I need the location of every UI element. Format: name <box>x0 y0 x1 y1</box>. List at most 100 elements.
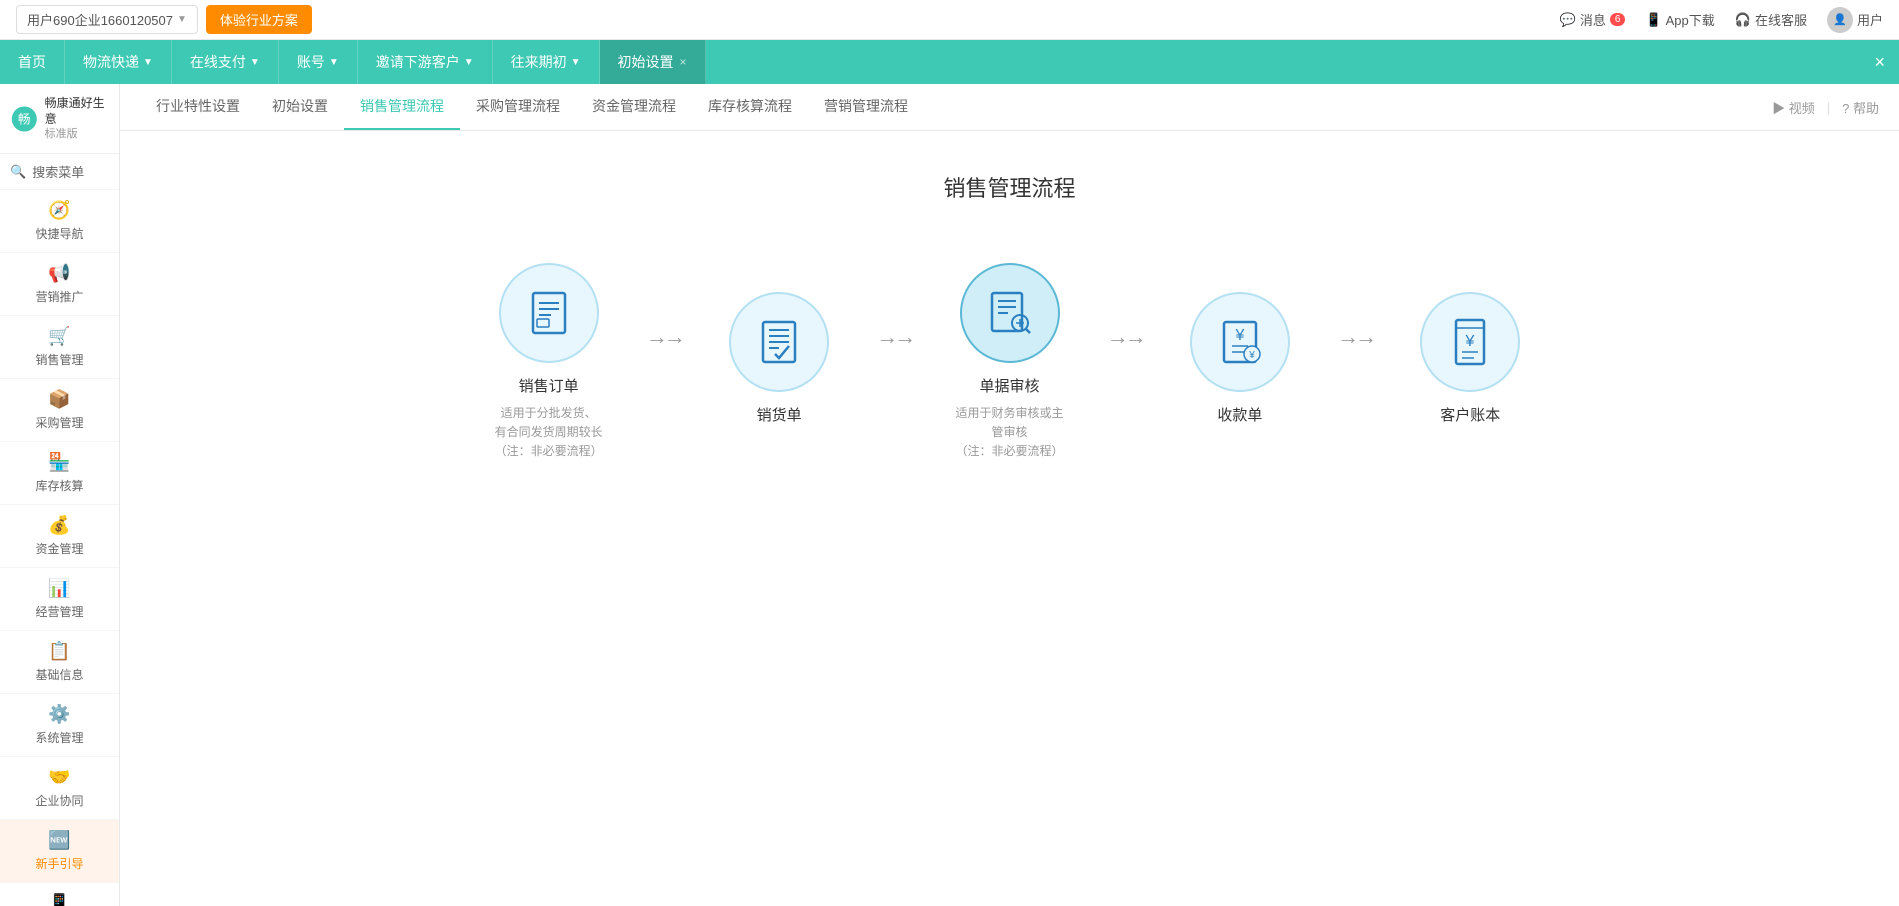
flow-step-desc-document-review: 适用于财务审核或主 管审核 （注：非必要流程） <box>955 404 1063 462</box>
chevron-down-icon: ▼ <box>250 57 260 68</box>
sidebar-item-label: 快捷导航 <box>35 225 83 242</box>
avatar: 👤 <box>1827 7 1853 33</box>
chevron-down-icon: ▼ <box>329 57 339 68</box>
sidebar-item-inventory[interactable]: 🏪 库存核算 <box>0 442 119 505</box>
nav-close-all-button[interactable]: × <box>1860 40 1899 84</box>
sidebar-item-basic-info[interactable]: 📋 基础信息 <box>0 631 119 694</box>
online-service-button[interactable]: 🎧 在线客服 <box>1735 10 1807 29</box>
user-menu-button[interactable]: 👤 用户 <box>1827 7 1883 33</box>
search-icon: 🔍 <box>10 164 26 180</box>
app-download-button[interactable]: 📱 App下载 <box>1645 10 1714 29</box>
nav-tabs: 首页 物流快递 ▼ 在线支付 ▼ 账号 ▼ 邀请下游客户 ▼ 往来期初 ▼ 初始… <box>0 40 1899 84</box>
sidebar-item-label: 企业协同 <box>35 792 83 809</box>
sidebar-item-quick-nav[interactable]: 🧭 快捷导航 <box>0 190 119 253</box>
flow-step-customer-account[interactable]: ¥ 客户账本 <box>1381 292 1559 433</box>
sub-tab-sales-flow[interactable]: 销售管理流程 <box>344 84 460 130</box>
finance-icon: 💰 <box>48 515 70 536</box>
sidebar-item-enterprise-collab[interactable]: 🤝 企业协同 <box>0 757 119 820</box>
flow-arrow-4: →→ <box>1329 324 1381 350</box>
message-icon: 💬 <box>1560 12 1576 28</box>
marketing-icon: 📢 <box>48 263 70 284</box>
top-bar: 用户690企业1660120507 ▼ 体验行业方案 💬 消息 6 📱 App下… <box>0 0 1899 40</box>
nav-tab-init[interactable]: 初始设置 × <box>600 40 706 84</box>
flow-step-document-review[interactable]: 单据审核 适用于财务审核或主 管审核 （注：非必要流程） <box>920 263 1098 462</box>
ops-icon: 📊 <box>48 578 70 599</box>
sidebar-item-label: 基础信息 <box>35 666 83 683</box>
flow-arrow-2: →→ <box>868 324 920 350</box>
flow-circle-document-review <box>960 263 1060 363</box>
collab-icon: 🤝 <box>48 767 70 788</box>
sidebar-item-sales-mgmt[interactable]: 🛒 销售管理 <box>0 316 119 379</box>
flow-step-sales-order[interactable]: 销售订单 适用于分批发货、 有合同发货周期较长 （注：非必要流程） <box>459 263 637 462</box>
nav-tab-invite-label: 邀请下游客户 <box>376 52 460 72</box>
user-selector[interactable]: 用户690企业1660120507 ▼ <box>16 5 198 34</box>
flow-step-name-receipt: 收款单 <box>1217 404 1262 425</box>
customer-account-icon: ¥ <box>1444 316 1496 368</box>
sub-tabs: 行业特性设置 初始设置 销售管理流程 采购管理流程 资金管理流程 库存核算流程 … <box>120 84 1899 131</box>
sidebar-item-sys-mgmt[interactable]: ⚙️ 系统管理 <box>0 694 119 757</box>
guide-icon: 🆕 <box>48 830 70 851</box>
purchase-icon: 📦 <box>48 389 70 410</box>
flow-step-name-sales-invoice: 销货单 <box>757 404 802 425</box>
nav-tab-logistics[interactable]: 物流快递 ▼ <box>65 40 172 84</box>
sidebar-logo: 畅 畅康通好生意 标准版 <box>0 84 119 154</box>
content-area: 行业特性设置 初始设置 销售管理流程 采购管理流程 资金管理流程 库存核算流程 … <box>120 84 1899 906</box>
sub-tab-finance-flow[interactable]: 资金管理流程 <box>576 84 692 130</box>
headset-icon: 🎧 <box>1735 12 1751 28</box>
nav-tab-home[interactable]: 首页 <box>0 40 65 84</box>
message-badge: 6 <box>1610 13 1626 26</box>
sidebar-item-app-center[interactable]: 📱 应用中心 <box>0 883 119 906</box>
sidebar-item-label: 新手引导 <box>35 855 83 872</box>
flow-circle-sales-invoice <box>729 292 829 392</box>
trial-button[interactable]: 体验行业方案 <box>206 5 312 34</box>
flow-circle-sales-order <box>499 263 599 363</box>
sub-tab-industry-setting[interactable]: 行业特性设置 <box>140 84 256 130</box>
sidebar-item-finance-mgmt[interactable]: 💰 资金管理 <box>0 505 119 568</box>
logo-icon: 畅 <box>10 103 39 135</box>
chevron-down-icon: ▼ <box>571 57 581 68</box>
sidebar-item-label: 系统管理 <box>35 729 83 746</box>
nav-tab-period[interactable]: 往来期初 ▼ <box>493 40 600 84</box>
nav-tab-payment[interactable]: 在线支付 ▼ <box>172 40 279 84</box>
sub-tabs-right: ▶ 视频 | ? 帮助 <box>1772 98 1879 117</box>
flow-step-receipt[interactable]: ¥ ¥ 收款单 <box>1151 292 1329 433</box>
sidebar-item-purchase-mgmt[interactable]: 📦 采购管理 <box>0 379 119 442</box>
divider: | <box>1827 100 1830 115</box>
sidebar: 畅 畅康通好生意 标准版 🔍 搜索菜单 🧭 快捷导航 📢 营销推广 🛒 销售管理… <box>0 84 120 906</box>
sub-tab-marketing-flow[interactable]: 营销管理流程 <box>808 84 924 130</box>
nav-tab-home-label: 首页 <box>18 52 46 72</box>
user-selector-text: 用户690企业1660120507 <box>27 10 173 29</box>
inventory-icon: 🏪 <box>48 452 70 473</box>
sidebar-item-marketing-promo[interactable]: 📢 营销推广 <box>0 253 119 316</box>
flow-step-desc-sales-order: 适用于分批发货、 有合同发货周期较长 （注：非必要流程） <box>495 404 603 462</box>
nav-tab-close-icon[interactable]: × <box>680 55 687 69</box>
sys-icon: ⚙️ <box>48 704 70 725</box>
flow-arrow-3: →→ <box>1099 324 1151 350</box>
sidebar-item-new-guide[interactable]: 🆕 新手引导 <box>0 820 119 883</box>
sales-icon: 🛒 <box>48 326 70 347</box>
sidebar-item-label: 经营管理 <box>35 603 83 620</box>
flow-step-sales-invoice[interactable]: 销货单 <box>690 292 868 433</box>
sub-tab-init-setting[interactable]: 初始设置 <box>256 84 344 130</box>
nav-tab-invite[interactable]: 邀请下游客户 ▼ <box>358 40 493 84</box>
chevron-down-icon: ▼ <box>143 57 153 68</box>
message-button[interactable]: 💬 消息 6 <box>1560 10 1626 29</box>
sidebar-item-ops-mgmt[interactable]: 📊 经营管理 <box>0 568 119 631</box>
flow-title: 销售管理流程 <box>943 171 1075 203</box>
top-bar-left: 用户690企业1660120507 ▼ 体验行业方案 <box>16 5 312 34</box>
sub-tab-purchase-flow[interactable]: 采购管理流程 <box>460 84 576 130</box>
video-link[interactable]: ▶ 视频 <box>1772 98 1815 117</box>
sub-tab-inventory-flow[interactable]: 库存核算流程 <box>692 84 808 130</box>
flow-step-name-sales-order: 销售订单 <box>519 375 579 396</box>
svg-text:畅: 畅 <box>18 112 31 126</box>
sidebar-search[interactable]: 🔍 搜索菜单 <box>0 154 119 190</box>
receipt-icon: ¥ ¥ <box>1214 316 1266 368</box>
flow-arrow-1: →→ <box>638 324 690 350</box>
video-icon: ▶ <box>1772 101 1785 116</box>
sidebar-item-label: 采购管理 <box>35 414 83 431</box>
sidebar-item-label: 资金管理 <box>35 540 83 557</box>
flow-step-name-customer-account: 客户账本 <box>1440 404 1500 425</box>
nav-tab-account[interactable]: 账号 ▼ <box>279 40 358 84</box>
main-layout: 畅 畅康通好生意 标准版 🔍 搜索菜单 🧭 快捷导航 📢 营销推广 🛒 销售管理… <box>0 84 1899 906</box>
help-link[interactable]: ? 帮助 <box>1842 98 1879 117</box>
